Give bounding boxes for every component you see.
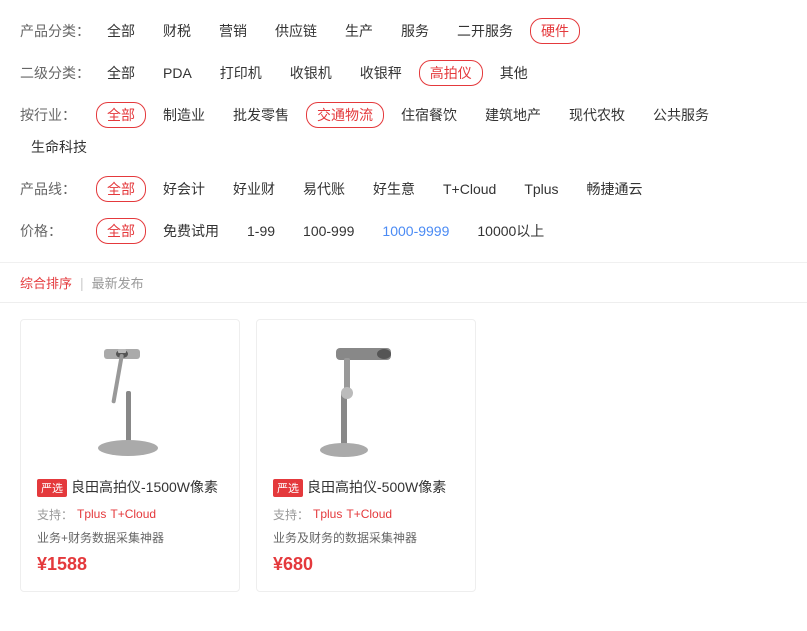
support-tag-1-0: Tplus [313, 507, 342, 521]
product-image-svg-1 [316, 336, 416, 466]
product-category-row: 产品分类： 全部 财税 营销 供应链 生产 服务 二开服务 硬件 [20, 10, 787, 52]
filter-second-category-5[interactable]: 高拍仪 [419, 60, 483, 86]
filter-product-line-1[interactable]: 好会计 [152, 176, 216, 202]
filter-price-3[interactable]: 100-999 [292, 220, 365, 242]
filter-second-category-0[interactable]: 全部 [96, 60, 146, 86]
product-card-1[interactable]: 严选 良田高拍仪-500W像素 支持： Tplus T+Cloud 业务及财务的… [256, 319, 476, 592]
product-name-0: 良田高拍仪-1500W像素 [71, 478, 218, 498]
filter-industry-2[interactable]: 批发零售 [222, 102, 300, 128]
filter-price-2[interactable]: 1-99 [236, 220, 286, 242]
filter-price-4[interactable]: 1000-9999 [371, 220, 460, 242]
industry-row: 按行业： 全部 制造业 批发零售 交通物流 住宿餐饮 建筑地产 现代农牧 公共服… [20, 94, 787, 168]
sort-item-1[interactable]: 最新发布 [92, 273, 144, 292]
product-card-0[interactable]: 严选 良田高拍仪-1500W像素 支持： Tplus T+Cloud 业务+财务… [20, 319, 240, 592]
support-row-1: 支持： Tplus T+Cloud [273, 506, 459, 523]
filter-second-category-2[interactable]: 打印机 [209, 60, 273, 86]
product-grid: 严选 良田高拍仪-1500W像素 支持： Tplus T+Cloud 业务+财务… [0, 303, 807, 608]
filter-industry-1[interactable]: 制造业 [152, 102, 216, 128]
support-tag-0-1: T+Cloud [110, 507, 156, 521]
filter-product-line-6[interactable]: Tplus [513, 178, 569, 200]
product-title-row-1: 严选 良田高拍仪-500W像素 [273, 478, 459, 498]
product-name-1: 良田高拍仪-500W像素 [307, 478, 446, 498]
filter-product-category-0[interactable]: 全部 [96, 18, 146, 44]
filter-price-5[interactable]: 10000以上 [466, 218, 555, 244]
price-label: 价格： [20, 221, 90, 241]
filter-industry-7[interactable]: 公共服务 [642, 102, 720, 128]
sort-item-0[interactable]: 综合排序 [20, 273, 72, 292]
filter-product-category-7[interactable]: 硬件 [530, 18, 580, 44]
filter-second-category-6[interactable]: 其他 [489, 60, 539, 86]
product-price-1: ¥680 [273, 554, 459, 575]
filter-product-line-7[interactable]: 畅捷通云 [576, 176, 654, 202]
product-image-svg-0 [70, 336, 190, 466]
filter-product-category-6[interactable]: 二开服务 [446, 18, 524, 44]
filter-industry-0[interactable]: 全部 [96, 102, 146, 128]
sort-divider: | [80, 275, 84, 291]
sort-bar: 综合排序 | 最新发布 [0, 263, 807, 303]
second-category-row: 二级分类： 全部 PDA 打印机 收银机 收银秤 高拍仪 其他 [20, 52, 787, 94]
filter-product-line-3[interactable]: 易代账 [292, 176, 356, 202]
filter-product-category-5[interactable]: 服务 [390, 18, 440, 44]
filter-container: 产品分类： 全部 财税 营销 供应链 生产 服务 二开服务 硬件 二级分类： 全… [0, 0, 807, 263]
filter-second-category-3[interactable]: 收银机 [279, 60, 343, 86]
product-badge-0: 严选 [37, 479, 67, 497]
support-label-1: 支持： [273, 506, 309, 523]
filter-industry-6[interactable]: 现代农牧 [558, 102, 636, 128]
filter-product-category-1[interactable]: 财税 [152, 18, 202, 44]
product-desc-1: 业务及财务的数据采集神器 [273, 529, 459, 546]
support-tag-1-1: T+Cloud [346, 507, 392, 521]
filter-product-category-3[interactable]: 供应链 [264, 18, 328, 44]
product-price-0: ¥1588 [37, 554, 223, 575]
product-category-label: 产品分类： [20, 21, 90, 41]
product-title-row-0: 严选 良田高拍仪-1500W像素 [37, 478, 223, 498]
product-image-1 [273, 336, 459, 466]
product-badge-1: 严选 [273, 479, 303, 497]
filter-industry-3[interactable]: 交通物流 [306, 102, 384, 128]
filter-second-category-1[interactable]: PDA [152, 62, 203, 84]
filter-product-line-5[interactable]: T+Cloud [432, 178, 507, 200]
filter-product-category-2[interactable]: 营销 [208, 18, 258, 44]
filter-price-1[interactable]: 免费试用 [152, 218, 230, 244]
filter-second-category-4[interactable]: 收银秤 [349, 60, 413, 86]
filter-industry-8[interactable]: 生命科技 [20, 134, 98, 160]
support-row-0: 支持： Tplus T+Cloud [37, 506, 223, 523]
product-line-label: 产品线： [20, 179, 90, 199]
second-category-label: 二级分类： [20, 63, 90, 83]
support-label-0: 支持： [37, 506, 73, 523]
filter-price-0[interactable]: 全部 [96, 218, 146, 244]
price-row: 价格： 全部 免费试用 1-99 100-999 1000-9999 10000… [20, 210, 787, 252]
product-line-row: 产品线： 全部 好会计 好业财 易代账 好生意 T+Cloud Tplus 畅捷… [20, 168, 787, 210]
filter-product-line-2[interactable]: 好业财 [222, 176, 286, 202]
industry-label: 按行业： [20, 105, 90, 125]
filter-industry-5[interactable]: 建筑地产 [474, 102, 552, 128]
filter-product-category-4[interactable]: 生产 [334, 18, 384, 44]
filter-product-line-4[interactable]: 好生意 [362, 176, 426, 202]
filter-product-line-0[interactable]: 全部 [96, 176, 146, 202]
product-desc-0: 业务+财务数据采集神器 [37, 529, 223, 546]
support-tag-0-0: Tplus [77, 507, 106, 521]
filter-industry-4[interactable]: 住宿餐饮 [390, 102, 468, 128]
product-image-0 [37, 336, 223, 466]
